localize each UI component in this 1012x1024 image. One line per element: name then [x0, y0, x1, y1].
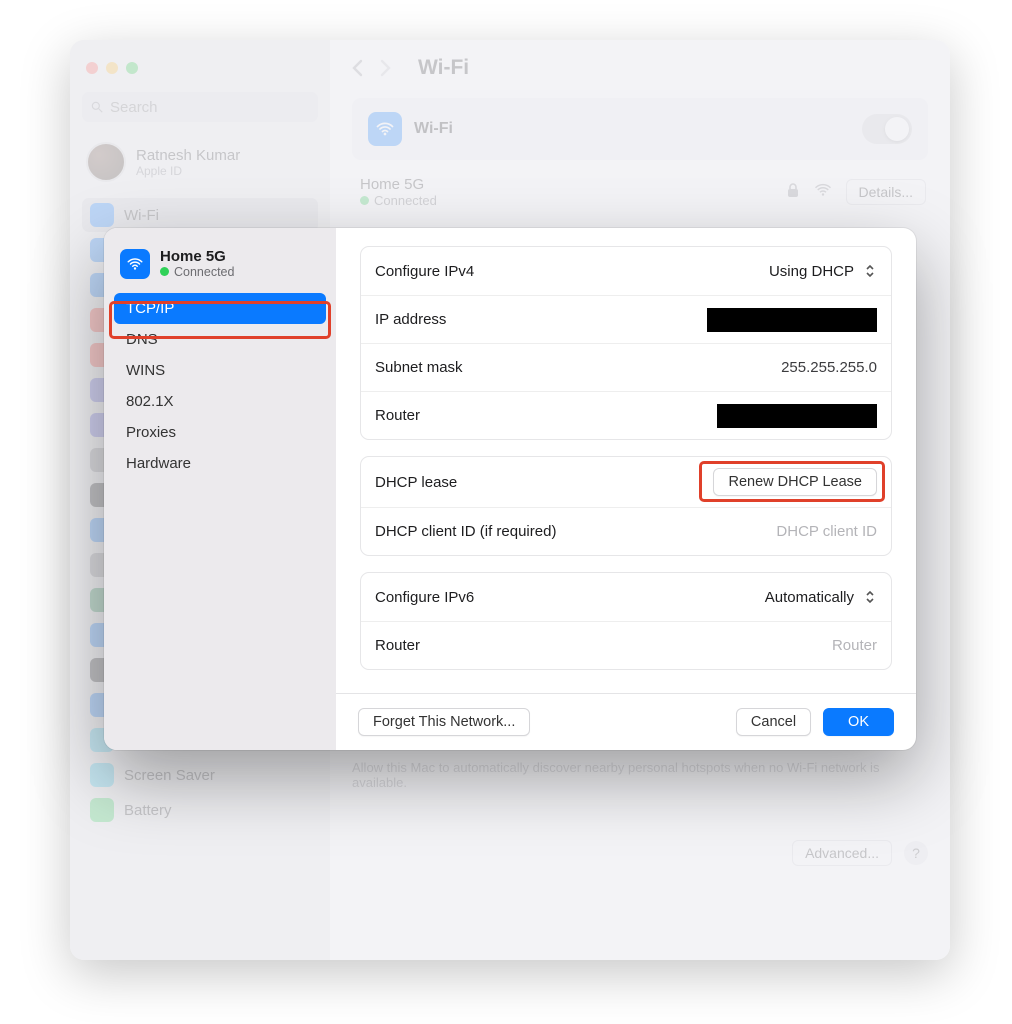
sheet-tab-tcpip[interactable]: TCP/IP	[114, 293, 326, 324]
lock-icon	[786, 182, 800, 202]
ipv4-group: Configure IPv4 Using DHCP IP address Sub…	[360, 246, 892, 440]
configure-ipv6-popup[interactable]: Automatically	[765, 588, 877, 606]
subnet-value: 255.255.255.0	[781, 359, 877, 376]
sidebar-item[interactable]: Battery	[82, 793, 318, 827]
ip-address-value	[707, 308, 877, 332]
chevron-updown-icon	[863, 588, 877, 606]
subnet-label: Subnet mask	[375, 359, 463, 376]
sidebar-item-icon	[90, 203, 114, 227]
router-v4-label: Router	[375, 407, 420, 424]
minimize-window-icon[interactable]	[106, 62, 118, 74]
router-v6-input[interactable]: Router	[832, 637, 877, 654]
search-input[interactable]	[82, 92, 318, 122]
dhcp-group: DHCP lease Renew DHCP Lease DHCP client …	[360, 456, 892, 556]
status-dot-icon	[360, 196, 369, 205]
router-v6-label: Router	[375, 637, 420, 654]
dhcp-client-id-label: DHCP client ID (if required)	[375, 523, 556, 540]
sheet-network-header: Home 5G Connected	[114, 242, 326, 293]
sheet-tab-8021x[interactable]: 802.1X	[114, 386, 326, 417]
sheet-network-name: Home 5G	[160, 248, 234, 265]
window-traffic-lights	[82, 56, 318, 92]
configure-ipv6-label: Configure IPv6	[375, 589, 474, 606]
sidebar-item-icon	[90, 798, 114, 822]
sidebar-item-label: Battery	[124, 802, 172, 819]
wifi-label: Wi-Fi	[414, 120, 453, 138]
network-status: Connected	[374, 193, 437, 208]
dhcp-lease-label: DHCP lease	[375, 474, 457, 491]
ip-address-label: IP address	[375, 311, 446, 328]
network-details-sheet: Home 5G Connected TCP/IPDNSWINS802.1XPro…	[104, 228, 916, 750]
forget-network-button[interactable]: Forget This Network...	[358, 708, 530, 736]
configure-ipv4-label: Configure IPv4	[375, 263, 474, 280]
configure-ipv4-popup[interactable]: Using DHCP	[769, 262, 877, 280]
avatar	[86, 142, 126, 182]
sheet-footer: Forget This Network... Cancel OK	[336, 693, 916, 750]
account-sub: Apple ID	[136, 164, 240, 178]
sidebar-item-label: Screen Saver	[124, 767, 215, 784]
search-icon	[90, 100, 104, 114]
hotspot-description: Allow this Mac to automatically discover…	[352, 760, 928, 790]
sheet-tab-dns[interactable]: DNS	[114, 324, 326, 355]
chevron-updown-icon	[863, 262, 877, 280]
sheet-sidebar: Home 5G Connected TCP/IPDNSWINS802.1XPro…	[104, 228, 336, 750]
sheet-tabs: TCP/IPDNSWINS802.1XProxiesHardware	[114, 293, 326, 479]
advanced-button[interactable]: Advanced...	[792, 840, 892, 866]
ok-button[interactable]: OK	[823, 708, 894, 736]
network-name: Home 5G	[356, 176, 437, 193]
sheet-tab-proxies[interactable]: Proxies	[114, 417, 326, 448]
sheet-network-status: Connected	[174, 265, 234, 279]
nav-forward-icon[interactable]	[380, 58, 394, 78]
sidebar-item-icon	[90, 763, 114, 787]
sheet-tab-wins[interactable]: WINS	[114, 355, 326, 386]
account-name: Ratnesh Kumar	[136, 147, 240, 164]
sidebar-item[interactable]: Screen Saver	[82, 758, 318, 792]
signal-icon	[814, 183, 832, 201]
status-dot-icon	[160, 267, 169, 276]
sheet-main: Configure IPv4 Using DHCP IP address Sub…	[336, 228, 916, 750]
apple-id-account[interactable]: Ratnesh Kumar Apple ID	[82, 138, 318, 194]
renew-dhcp-lease-button[interactable]: Renew DHCP Lease	[713, 468, 877, 496]
wifi-icon	[120, 249, 150, 279]
wifi-status-card: Wi-Fi	[352, 98, 928, 160]
dhcp-client-id-input[interactable]: DHCP client ID	[776, 523, 877, 540]
wifi-toggle[interactable]	[862, 114, 912, 144]
ipv6-group: Configure IPv6 Automatically Router Rout…	[360, 572, 892, 670]
sheet-tab-hardware[interactable]: Hardware	[114, 448, 326, 479]
sidebar-item-label: Wi-Fi	[124, 207, 159, 224]
details-button[interactable]: Details...	[846, 179, 926, 205]
router-v4-value	[717, 404, 877, 428]
sidebar-item[interactable]: Wi-Fi	[82, 198, 318, 232]
page-title: Wi-Fi	[418, 56, 469, 80]
cancel-button[interactable]: Cancel	[736, 708, 811, 736]
close-window-icon[interactable]	[86, 62, 98, 74]
wifi-icon	[368, 112, 402, 146]
nav-back-icon[interactable]	[352, 58, 366, 78]
zoom-window-icon[interactable]	[126, 62, 138, 74]
help-button[interactable]: ?	[904, 841, 928, 865]
